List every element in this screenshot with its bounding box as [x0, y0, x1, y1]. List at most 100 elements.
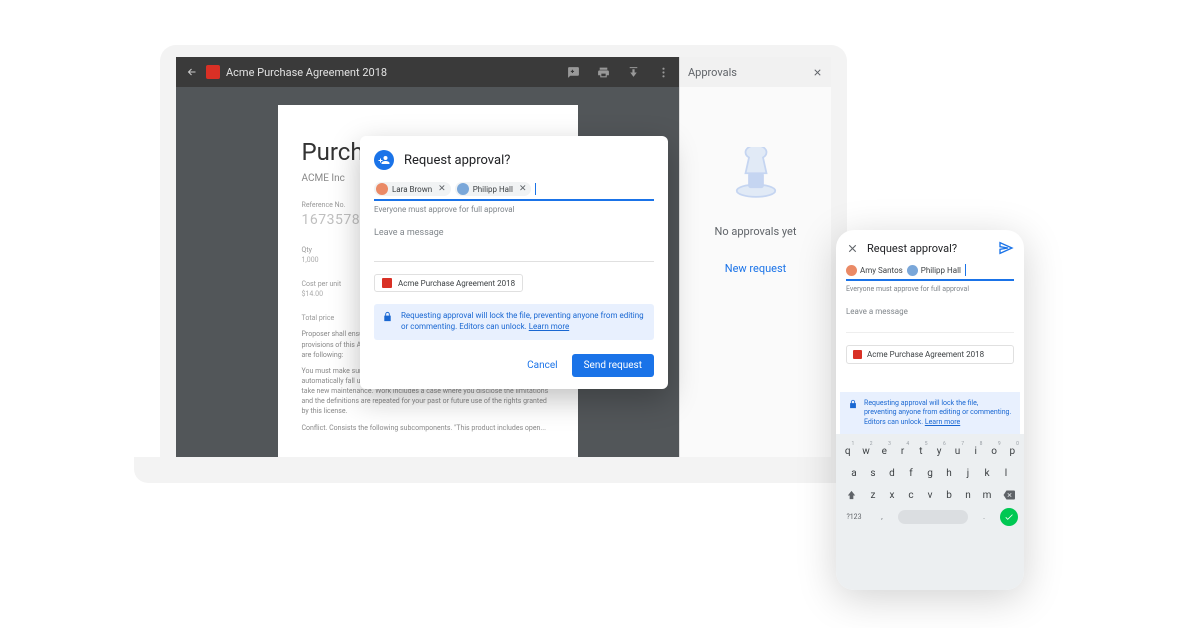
approver-name: Lara Brown: [392, 185, 432, 194]
key-p[interactable]: p0: [1005, 442, 1020, 460]
phone-dialog-header: Request approval?: [836, 230, 1024, 264]
message-input[interactable]: Leave a message: [374, 228, 654, 262]
back-arrow-icon[interactable]: [184, 64, 200, 80]
key-a[interactable]: a: [846, 464, 862, 482]
more-icon[interactable]: [655, 64, 671, 80]
key-n[interactable]: n: [960, 486, 976, 504]
phone-message-input[interactable]: Leave a message: [846, 307, 1014, 333]
lock-icon: [382, 311, 393, 333]
phone-lock-info-banner: Requesting approval will lock the file, …: [840, 392, 1020, 434]
approvals-header: Approvals: [679, 57, 831, 87]
print-icon[interactable]: [595, 64, 611, 80]
lock-icon: [848, 399, 858, 427]
document-title: Acme Purchase Agreement 2018: [226, 66, 565, 79]
phone-approvers-hint: Everyone must approve for full approval: [846, 285, 1014, 293]
space-key[interactable]: [898, 510, 968, 524]
request-approval-dialog: Request approval? Lara Brown ✕ Philipp H…: [360, 136, 668, 389]
key-y[interactable]: y6: [932, 442, 947, 460]
key-g[interactable]: g: [922, 464, 938, 482]
key-i[interactable]: i8: [968, 442, 983, 460]
topbar-actions: [565, 64, 671, 80]
avatar: [846, 265, 857, 276]
phone-attached-file-chip[interactable]: Acme Purchase Agreement 2018: [846, 345, 1014, 364]
send-icon[interactable]: [998, 240, 1014, 256]
laptop-base: [134, 457, 874, 483]
avatar: [457, 183, 469, 195]
key-j[interactable]: j: [960, 464, 976, 482]
key-e[interactable]: e3: [877, 442, 892, 460]
key-k[interactable]: k: [979, 464, 995, 482]
key-v[interactable]: v: [922, 486, 938, 504]
attached-file-name: Acme Purchase Agreement 2018: [398, 279, 515, 288]
approvals-header-label: Approvals: [688, 66, 737, 79]
approvers-hint: Everyone must approve for full approval: [374, 205, 654, 214]
learn-more-link[interactable]: Learn more: [529, 322, 569, 331]
dialog-header: Request approval?: [374, 150, 654, 170]
key-u[interactable]: u7: [950, 442, 965, 460]
phone-dialog-title: Request approval?: [867, 242, 990, 255]
lock-info-text: Requesting approval will lock the file, …: [401, 311, 646, 333]
approver-chip[interactable]: Philipp Hall: [907, 265, 961, 276]
avatar: [376, 183, 388, 195]
key-o[interactable]: o9: [986, 442, 1001, 460]
learn-more-link[interactable]: Learn more: [925, 418, 960, 426]
dialog-title: Request approval?: [404, 153, 510, 168]
key-z[interactable]: z: [865, 486, 881, 504]
phone-approvers-input[interactable]: Amy Santos Philipp Hall: [846, 264, 1014, 281]
approvals-sidebar: No approvals yet New request: [679, 87, 831, 457]
approver-name: Philipp Hall: [473, 185, 513, 194]
backspace-key[interactable]: [998, 486, 1020, 504]
phone-attached-file-name: Acme Purchase Agreement 2018: [867, 350, 984, 359]
text-caret: [535, 183, 536, 195]
close-icon[interactable]: [812, 67, 823, 78]
key-m[interactable]: m: [979, 486, 995, 504]
attached-file-chip[interactable]: Acme Purchase Agreement 2018: [374, 274, 523, 292]
download-icon[interactable]: [625, 64, 641, 80]
key-t[interactable]: t5: [913, 442, 928, 460]
approvals-empty-text: No approvals yet: [715, 225, 797, 238]
key-c[interactable]: c: [903, 486, 919, 504]
approver-name: Philipp Hall: [921, 266, 961, 275]
key-h[interactable]: h: [941, 464, 957, 482]
approver-chip[interactable]: Lara Brown ✕: [374, 182, 451, 196]
viewer-topbar: Acme Purchase Agreement 2018: [176, 57, 679, 87]
comma-key[interactable]: ,: [870, 513, 894, 521]
approver-name: Amy Santos: [860, 266, 903, 275]
lock-info-banner: Requesting approval will lock the file, …: [374, 304, 654, 340]
soft-keyboard[interactable]: q1w2e3r4t5y6u7i8o9p0 asdfghjkl zxcvbnm ?…: [836, 434, 1024, 590]
key-w[interactable]: w2: [858, 442, 873, 460]
pdf-icon: [853, 350, 862, 359]
key-q[interactable]: q1: [840, 442, 855, 460]
key-l[interactable]: l: [998, 464, 1014, 482]
doc-para: Conflict. Consists the following subcomp…: [302, 423, 554, 433]
pdf-icon: [382, 278, 392, 288]
approvers-input[interactable]: Lara Brown ✕ Philipp Hall ✕: [374, 182, 654, 201]
send-request-button[interactable]: Send request: [572, 354, 654, 377]
key-s[interactable]: s: [865, 464, 881, 482]
key-x[interactable]: x: [884, 486, 900, 504]
cancel-button[interactable]: Cancel: [523, 354, 561, 377]
avatar: [907, 265, 918, 276]
key-b[interactable]: b: [941, 486, 957, 504]
period-key[interactable]: .: [972, 513, 996, 521]
enter-key[interactable]: [1000, 508, 1018, 526]
key-r[interactable]: r4: [895, 442, 910, 460]
key-f[interactable]: f: [903, 464, 919, 482]
shift-key[interactable]: [840, 486, 862, 504]
phone-device: Request approval? Amy Santos Philipp Hal…: [836, 230, 1024, 590]
phone-lock-info-text: Requesting approval will lock the file, …: [864, 399, 1012, 427]
add-comment-icon[interactable]: [565, 64, 581, 80]
remove-chip-icon[interactable]: ✕: [519, 184, 527, 194]
person-add-icon: [374, 150, 394, 170]
approver-chip[interactable]: Amy Santos: [846, 265, 903, 276]
dialog-actions: Cancel Send request: [374, 354, 654, 377]
remove-chip-icon[interactable]: ✕: [438, 184, 446, 194]
close-icon[interactable]: [846, 242, 859, 255]
stamp-icon: [728, 147, 784, 203]
key-d[interactable]: d: [884, 464, 900, 482]
new-request-link[interactable]: New request: [725, 262, 787, 275]
symbols-key[interactable]: ?123: [842, 513, 866, 521]
pdf-icon: [206, 65, 220, 79]
approver-chip[interactable]: Philipp Hall ✕: [455, 182, 532, 196]
text-caret: [965, 264, 966, 276]
